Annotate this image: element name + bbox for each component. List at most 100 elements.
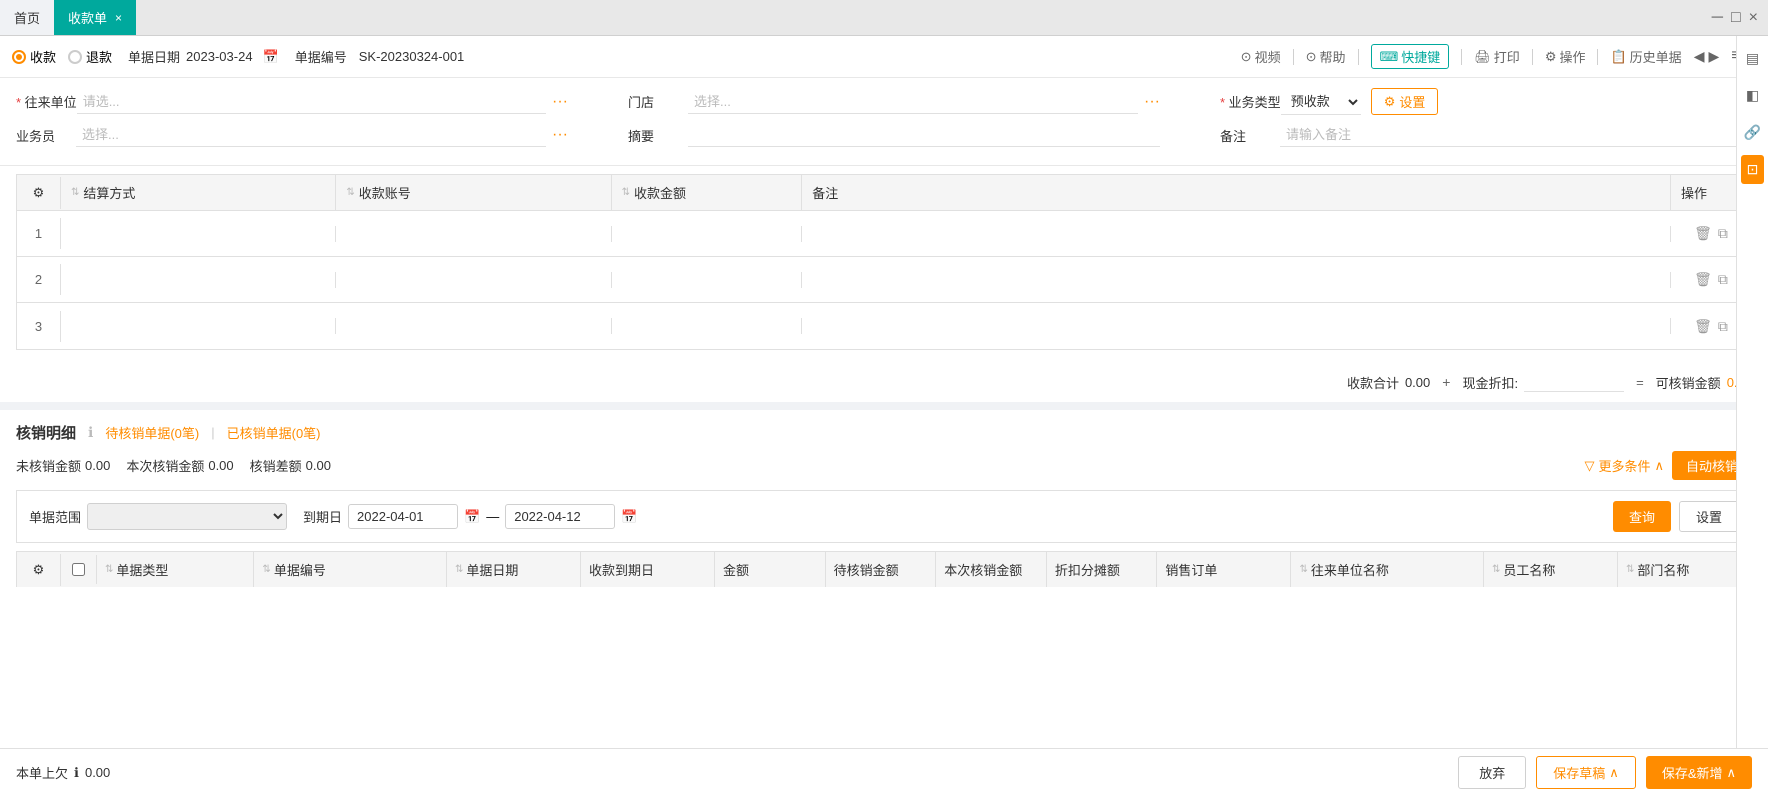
vth-check[interactable] xyxy=(61,555,97,584)
bottom-help-icon[interactable]: ℹ xyxy=(74,765,79,781)
store-input[interactable] xyxy=(688,90,1138,114)
date-calendar-icon[interactable]: 📅 xyxy=(263,49,279,65)
row-3-delete-icon[interactable]: 🗑 xyxy=(1694,318,1712,335)
row-1-account[interactable] xyxy=(336,226,611,242)
vth-dept-label: 部门名称 xyxy=(1637,560,1689,579)
th-note: 备注 xyxy=(802,175,1671,210)
video-btn[interactable]: ⊙ 视频 xyxy=(1241,47,1281,66)
vth-gear[interactable]: ⚙ xyxy=(17,554,61,586)
sidebar-icon-4[interactable]: ⊡ xyxy=(1741,155,1765,184)
row-2-copy-icon[interactable]: ⧉ xyxy=(1718,271,1728,288)
discount-item: 现金折扣: xyxy=(1462,372,1624,392)
th-account-label: 收款账号 xyxy=(359,183,411,202)
bottom-info: 本单上欠 ℹ 0.00 xyxy=(16,763,110,782)
verify-help-icon[interactable]: ℹ xyxy=(88,424,93,441)
vth-sales-order-label: 销售订单 xyxy=(1165,560,1217,579)
receipt-table: ⚙ ⇅ 结算方式 ⇅ 收款账号 ⇅ 收款金额 备注 操作 xyxy=(16,174,1752,350)
save-new-label: 保存&新增 xyxy=(1662,763,1723,782)
range-label: 单据范围 xyxy=(29,507,81,526)
query-btn[interactable]: 查询 xyxy=(1613,501,1671,532)
row-3-note[interactable] xyxy=(802,318,1671,334)
settings-btn[interactable]: ⚙ 设置 xyxy=(1371,88,1439,115)
staff-field: 业务员 ··· xyxy=(16,123,568,147)
business-select[interactable]: 预收款 xyxy=(1281,89,1361,115)
company-label: 往来单位 xyxy=(16,92,77,111)
row-2-delete-icon[interactable]: 🗑 xyxy=(1694,271,1712,288)
help-btn[interactable]: ⊙ 帮助 xyxy=(1306,47,1346,66)
tab-receipt[interactable]: 收款单 × xyxy=(54,0,136,35)
row-1-note[interactable] xyxy=(802,226,1671,242)
vth-this-verify: 本次核销金额 xyxy=(936,552,1047,587)
sidebar-icon-3[interactable]: 🔗 xyxy=(1738,118,1767,147)
tab-home[interactable]: 首页 xyxy=(0,0,54,35)
row-2-note[interactable] xyxy=(802,272,1671,288)
sidebar-icon-1[interactable]: ▤ xyxy=(1740,44,1765,73)
company-input[interactable] xyxy=(77,90,546,114)
date-calendar-start-icon[interactable]: 📅 xyxy=(464,509,480,525)
sort-doc-date: ⇅ xyxy=(455,564,463,575)
close-window-icon[interactable]: × xyxy=(1749,9,1758,27)
discount-input[interactable] xyxy=(1524,372,1624,392)
unchecked-label: 未核销金额 xyxy=(16,456,81,475)
shortcut-icon: ⌨ xyxy=(1380,49,1399,65)
note-input[interactable] xyxy=(1280,123,1752,147)
vth-sales-order: 销售订单 xyxy=(1157,552,1291,587)
minimize-icon[interactable]: ─ xyxy=(1712,9,1723,27)
nav-next-icon[interactable]: ▶ xyxy=(1708,48,1719,65)
summary-input[interactable] xyxy=(688,123,1160,147)
row-3-amount[interactable] xyxy=(612,318,803,334)
nav-prev-icon[interactable]: ◀ xyxy=(1694,48,1705,65)
sort-icon-account: ⇅ xyxy=(346,187,354,198)
pending-tab[interactable]: 待核销单据(0笔) xyxy=(105,423,199,442)
save-new-chevron: ∧ xyxy=(1726,765,1736,781)
row-1-amount[interactable] xyxy=(612,226,803,242)
sort-icon-amount: ⇅ xyxy=(622,187,630,198)
bottom-bar: 本单上欠 ℹ 0.00 放弃 保存草稿 ∧ 保存&新增 ∧ xyxy=(0,748,1768,796)
row-1-copy-icon[interactable]: ⧉ xyxy=(1718,225,1728,242)
print-btn[interactable]: 🖨 打印 xyxy=(1474,47,1520,66)
sidebar-icon-2[interactable]: ◧ xyxy=(1740,81,1765,110)
row-2-amount[interactable] xyxy=(612,272,803,288)
radio-receipt[interactable]: 收款 xyxy=(12,47,56,66)
staff-more-icon[interactable]: ··· xyxy=(552,126,568,144)
staff-input[interactable] xyxy=(76,123,546,147)
more-conditions-label: 更多条件 xyxy=(1598,456,1650,475)
row-3-settlement[interactable] xyxy=(61,318,336,334)
history-btn[interactable]: 📋 历史单据 xyxy=(1610,47,1681,66)
range-select[interactable] xyxy=(87,503,287,530)
row-1-settlement[interactable] xyxy=(61,226,336,242)
row-1-delete-icon[interactable]: 🗑 xyxy=(1694,225,1712,242)
tab-divider: | xyxy=(211,425,214,440)
row-2-account[interactable] xyxy=(336,272,611,288)
store-more-icon[interactable]: ··· xyxy=(1144,93,1160,111)
total-item: 收款合计 0.00 xyxy=(1347,373,1430,392)
select-all-checkbox[interactable] xyxy=(72,563,85,576)
due-start-input[interactable] xyxy=(348,504,458,529)
save-draft-btn[interactable]: 保存草稿 ∧ xyxy=(1536,756,1636,789)
operation-btn[interactable]: ⚙ 操作 xyxy=(1545,47,1586,66)
th-gear[interactable]: ⚙ xyxy=(17,177,61,209)
close-tab-icon[interactable]: × xyxy=(115,11,122,25)
done-tab[interactable]: 已核销单据(0笔) xyxy=(227,423,321,442)
abandon-btn[interactable]: 放弃 xyxy=(1458,756,1526,789)
table-header: ⚙ ⇅ 结算方式 ⇅ 收款账号 ⇅ 收款金额 备注 操作 xyxy=(17,175,1751,211)
radio-refund[interactable]: 退款 xyxy=(68,47,112,66)
row-2-num: 2 xyxy=(17,264,61,295)
more-conditions-btn[interactable]: ▽ 更多条件 ∧ xyxy=(1584,456,1664,475)
row-2-settlement[interactable] xyxy=(61,272,336,288)
row-3-copy-icon[interactable]: ⧉ xyxy=(1718,318,1728,335)
note-field: 备注 xyxy=(1200,123,1752,147)
filter-setting-btn[interactable]: 设置 xyxy=(1679,501,1739,532)
sort-doc-type: ⇅ xyxy=(105,564,113,575)
shortcut-btn[interactable]: ⌨ 快捷键 xyxy=(1371,44,1450,69)
save-new-btn[interactable]: 保存&新增 ∧ xyxy=(1646,756,1752,789)
table-row: 1 🗑 ⧉ xyxy=(17,211,1751,257)
vth-doc-no: ⇅ 单据编号 xyxy=(254,552,447,587)
row-3-account[interactable] xyxy=(336,318,611,334)
company-more-icon[interactable]: ··· xyxy=(552,93,568,111)
shortcut-label: 快捷键 xyxy=(1401,47,1440,66)
due-end-input[interactable] xyxy=(505,504,615,529)
maximize-icon[interactable]: □ xyxy=(1731,9,1741,27)
vth-doc-date-label: 单据日期 xyxy=(466,560,518,579)
date-calendar-end-icon[interactable]: 📅 xyxy=(621,509,637,525)
